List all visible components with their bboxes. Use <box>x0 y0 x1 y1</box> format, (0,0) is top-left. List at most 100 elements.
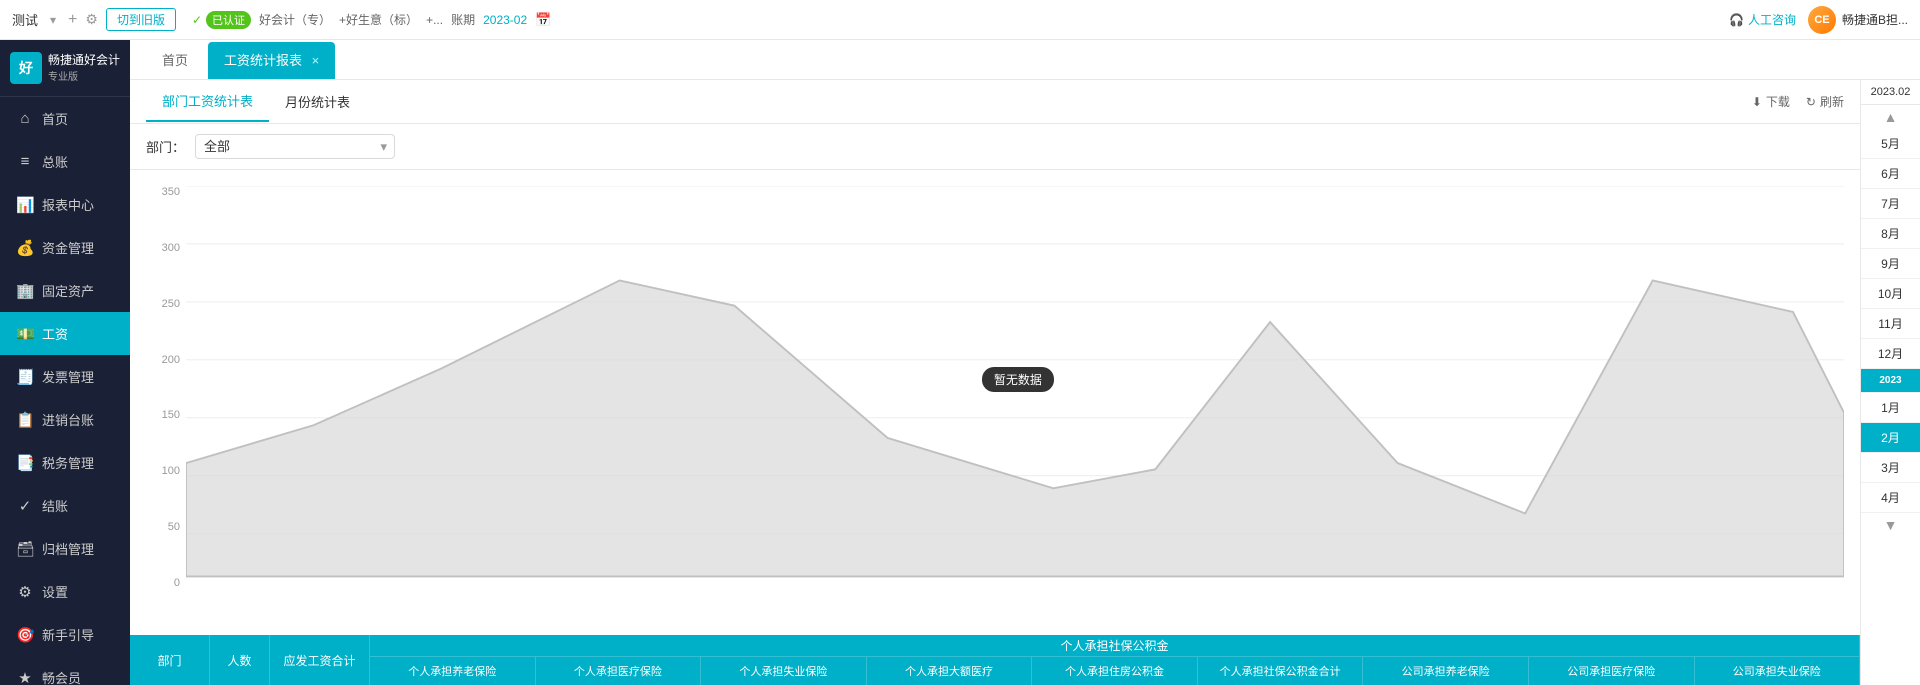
page-content: 部门工资统计表 月份统计表 ⬇ 下载 ↻ 刷新 <box>130 80 1920 685</box>
settings-icon: ⚙ <box>16 583 34 601</box>
sub-col-0: 个人承担养老保险 <box>370 657 536 685</box>
avatar: CE <box>1808 6 1836 34</box>
sidebar-item-reports[interactable]: 📊 报表中心 <box>0 183 130 226</box>
sidebar-label-payroll: 工资 <box>42 324 68 343</box>
download-button[interactable]: ⬇ 下载 <box>1752 93 1790 110</box>
date-month-3[interactable]: 3月 <box>1861 453 1920 483</box>
sub-tab-monthly[interactable]: 月份统计表 <box>269 82 366 121</box>
sidebar-item-home[interactable]: ⌂ 首页 <box>0 97 130 140</box>
tab-home[interactable]: 首页 <box>146 42 204 79</box>
date-month-6[interactable]: 6月 <box>1861 159 1920 189</box>
sidebar-item-trade[interactable]: 📋 进销台账 <box>0 398 130 441</box>
sub-col-2: 个人承担失业保险 <box>701 657 867 685</box>
sidebar-label-invoice: 发票管理 <box>42 367 94 386</box>
sidebar-label-funds: 资金管理 <box>42 238 94 257</box>
sidebar-label-archive: 归档管理 <box>42 539 94 558</box>
closing-icon: ✓ <box>16 497 34 515</box>
service-button[interactable]: 🎧 人工咨询 <box>1729 11 1796 28</box>
date-month-4[interactable]: 4月 <box>1861 483 1920 513</box>
header-settings-icon[interactable]: ⚙ <box>85 11 98 28</box>
sidebar-item-tax[interactable]: 📑 税务管理 <box>0 441 130 484</box>
header-dropdown-icon[interactable]: ▾ <box>50 13 56 27</box>
tag2: +好生意（标） <box>339 11 418 28</box>
sidebar-label-settings: 设置 <box>42 582 68 601</box>
tab-bar: 首页 工资统计报表 × <box>130 40 1920 80</box>
date-month-12[interactable]: 12月 <box>1861 339 1920 369</box>
sub-tab-dept[interactable]: 部门工资统计表 <box>146 81 269 122</box>
date-month-9[interactable]: 9月 <box>1861 249 1920 279</box>
period-value[interactable]: 2023-02 <box>483 13 527 27</box>
sidebar-item-funds[interactable]: 💰 资金管理 <box>0 226 130 269</box>
date-month-8[interactable]: 8月 <box>1861 219 1920 249</box>
logo-sub: 专业版 <box>48 68 120 83</box>
header-left: 测试 ▾ + ⚙ 切到旧版 ✓ 已认证 好会计（专） +好生意（标） +... … <box>12 8 1729 31</box>
funds-icon: 💰 <box>16 239 34 257</box>
date-month-10[interactable]: 10月 <box>1861 279 1920 309</box>
sub-tab-actions: ⬇ 下载 ↻ 刷新 <box>1752 93 1844 110</box>
date-month-11[interactable]: 11月 <box>1861 309 1920 339</box>
sidebar-item-invoice[interactable]: 🧾 发票管理 <box>0 355 130 398</box>
chart-area-path <box>186 280 1844 576</box>
sub-col-6: 公司承担养老保险 <box>1363 657 1529 685</box>
sidebar-item-fixed-assets[interactable]: 🏢 固定资产 <box>0 269 130 312</box>
sidebar-label-ledger: 总账 <box>42 152 68 171</box>
group-subs: 个人承担养老保险 个人承担医疗保险 个人承担失业保险 个人承担大额医疗 个人承担… <box>370 657 1859 685</box>
sub-tab-bar: 部门工资统计表 月份统计表 ⬇ 下载 ↻ 刷新 <box>130 80 1860 124</box>
y-label-250: 250 <box>162 298 180 310</box>
date-sidebar: 2023.02 ▲ 5月 6月 7月 8月 9月 10月 11月 12月 202… <box>1860 80 1920 685</box>
dept-filter-wrap: 全部 部门一 部门二 <box>195 134 395 159</box>
table-col-count: 人数 <box>210 635 270 685</box>
date-sidebar-header: 2023.02 <box>1861 80 1920 105</box>
header-add-icon[interactable]: + <box>68 11 77 29</box>
sidebar-item-ledger[interactable]: ≡ 总账 <box>0 140 130 183</box>
sub-col-1: 个人承担医疗保险 <box>536 657 702 685</box>
tab-close-icon[interactable]: × <box>312 53 320 68</box>
sub-col-5: 个人承担社保公积金合计 <box>1198 657 1364 685</box>
sub-col-4: 个人承担住房公积金 <box>1032 657 1198 685</box>
member-icon: ★ <box>16 669 34 685</box>
header-right: 🎧 人工咨询 CE 畅捷通B担... <box>1729 6 1908 34</box>
sidebar-item-member[interactable]: ★ 畅会员 <box>0 656 130 685</box>
tab-payroll-report[interactable]: 工资统计报表 × <box>208 42 335 79</box>
user-name: 畅捷通B担... <box>1842 11 1908 28</box>
sidebar-item-archive[interactable]: 🗃 归档管理 <box>0 527 130 570</box>
dept-filter-select[interactable]: 全部 部门一 部门二 <box>195 134 395 159</box>
content-area: 首页 工资统计报表 × 部门工资统计表 月份统计表 <box>130 40 1920 685</box>
date-month-5[interactable]: 5月 <box>1861 129 1920 159</box>
trade-icon: 📋 <box>16 411 34 429</box>
company-name: 测试 <box>12 10 38 29</box>
date-month-7[interactable]: 7月 <box>1861 189 1920 219</box>
sidebar-label-member: 畅会员 <box>42 668 81 685</box>
sidebar-label-reports: 报表中心 <box>42 195 94 214</box>
date-month-1[interactable]: 1月 <box>1861 393 1920 423</box>
period-label: 账期 <box>451 11 475 28</box>
old-version-button[interactable]: 切到旧版 <box>106 8 176 31</box>
reports-icon: 📊 <box>16 196 34 214</box>
archive-icon: 🗃 <box>16 540 34 558</box>
calendar-icon[interactable]: 📅 <box>535 12 551 28</box>
chart-svg-wrapper: 暂无数据 <box>186 186 1844 589</box>
date-nav-up[interactable]: ▲ <box>1861 105 1920 129</box>
fixed-assets-icon: 🏢 <box>16 282 34 300</box>
date-nav-down[interactable]: ▼ <box>1861 513 1920 537</box>
y-label-350: 350 <box>162 186 180 198</box>
sidebar-item-guide[interactable]: 🎯 新手引导 <box>0 613 130 656</box>
certified-icon: ✓ <box>192 13 202 27</box>
sidebar-logo: 好 畅捷通好会计 专业版 <box>0 40 130 97</box>
sub-col-3: 个人承担大额医疗 <box>867 657 1033 685</box>
sidebar-label-trade: 进销台账 <box>42 410 94 429</box>
refresh-icon: ↻ <box>1806 95 1816 109</box>
headset-icon: 🎧 <box>1729 13 1744 27</box>
tax-icon: 📑 <box>16 454 34 472</box>
table-col-dept: 部门 <box>130 635 210 685</box>
date-month-2[interactable]: 2月 <box>1861 423 1920 453</box>
refresh-button[interactable]: ↻ 刷新 <box>1806 93 1844 110</box>
chart-container: 350 300 250 200 150 100 50 0 <box>146 186 1844 619</box>
user-area[interactable]: CE 畅捷通B担... <box>1808 6 1908 34</box>
sidebar-item-closing[interactable]: ✓ 结账 <box>0 484 130 527</box>
sidebar-label-home: 首页 <box>42 109 68 128</box>
y-label-100: 100 <box>162 465 180 477</box>
sidebar-item-settings[interactable]: ⚙ 设置 <box>0 570 130 613</box>
sidebar-label-guide: 新手引导 <box>42 625 94 644</box>
sidebar-item-payroll[interactable]: 💵 工资 <box>0 312 130 355</box>
